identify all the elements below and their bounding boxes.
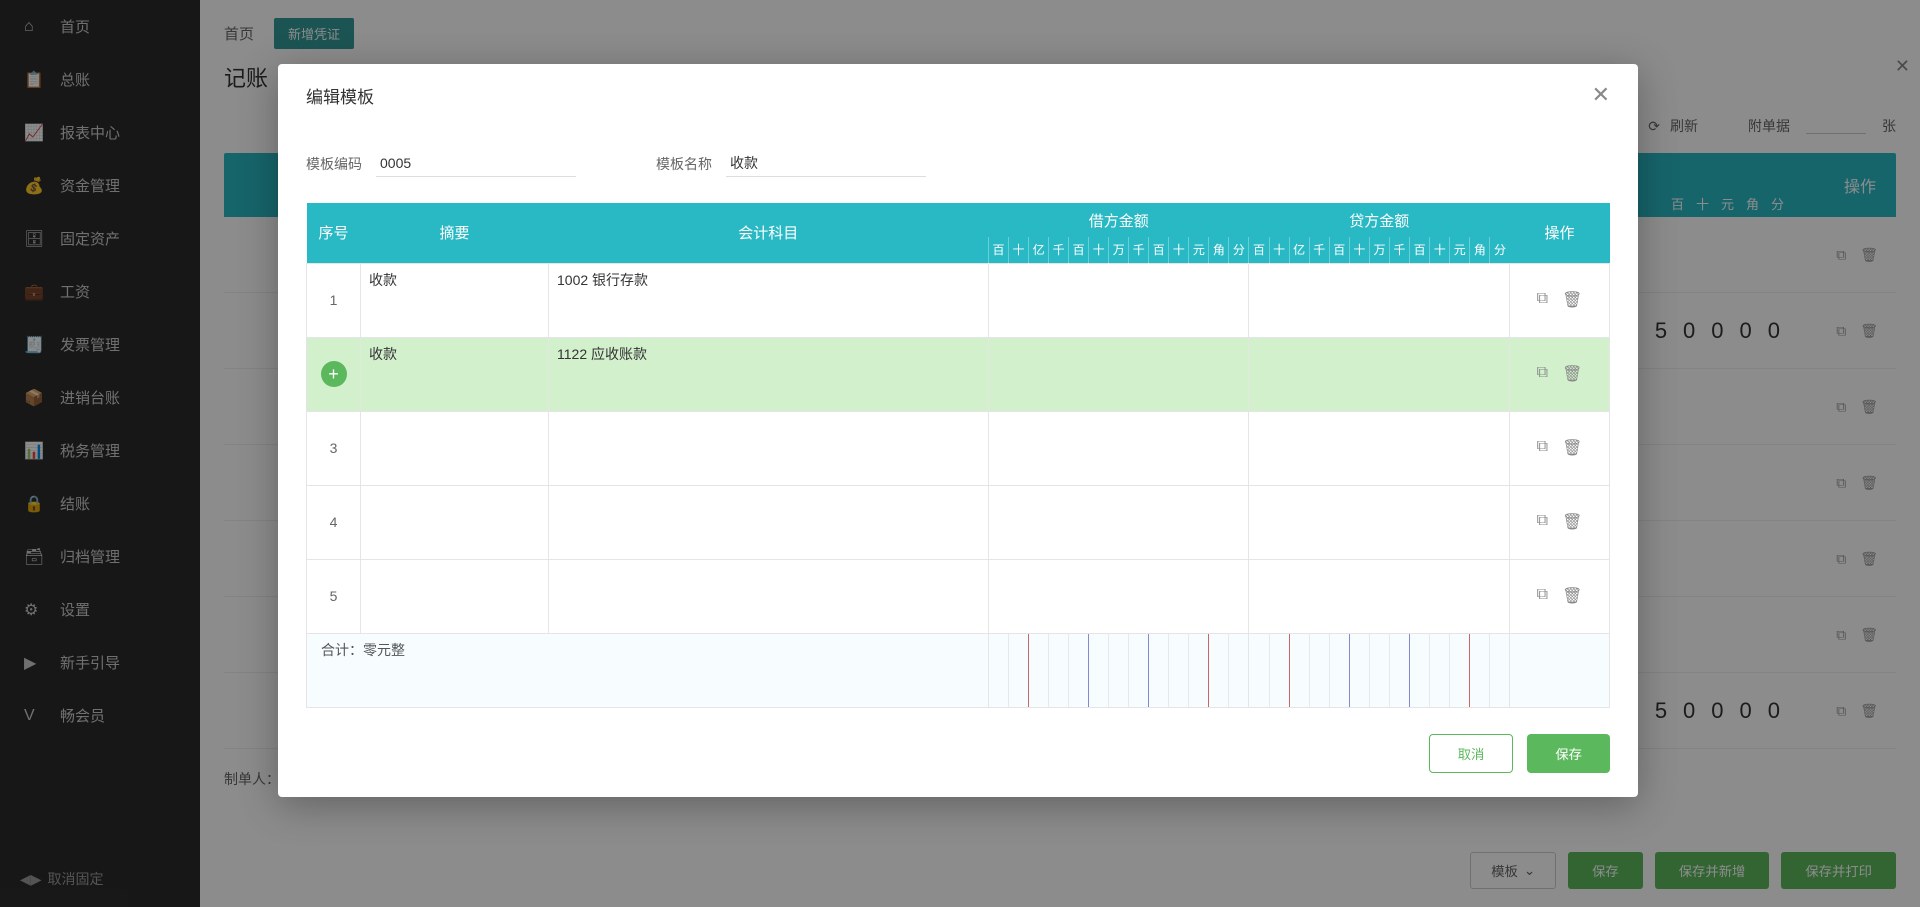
table-row[interactable]: 1收款1002 银行存款⧉🗑 [307,263,1610,337]
copy-row-icon[interactable]: ⧉ [1537,438,1548,458]
unit-header: 角 [1209,237,1229,263]
cell-debit[interactable] [989,263,1249,337]
cell-account[interactable] [549,411,989,485]
cell-account[interactable]: 1002 银行存款 [549,263,989,337]
add-row-button[interactable]: + [321,361,347,387]
delete-row-icon[interactable]: 🗑 [1562,290,1582,310]
unit-header: 万 [1109,237,1129,263]
cell-summary[interactable]: 收款 [361,263,549,337]
cell-debit[interactable] [989,337,1249,411]
cell-seq: 1 [307,263,361,337]
cell-credit[interactable] [1249,559,1510,633]
cell-action: ⧉🗑 [1510,559,1610,633]
unit-header: 角 [1470,237,1490,263]
copy-row-icon[interactable]: ⧉ [1537,364,1548,384]
copy-row-icon[interactable]: ⧉ [1537,290,1548,310]
th-account: 会计科目 [549,203,989,263]
copy-row-icon[interactable]: ⧉ [1537,586,1548,606]
th-action: 操作 [1510,203,1610,263]
cell-summary[interactable]: 收款 [361,337,549,411]
edit-template-modal: 编辑模板 ✕ 模板编码 模板名称 序号 摘要 会计科目 借方金额 贷方金额 [278,64,1638,797]
cell-action: ⧉🗑 [1510,485,1610,559]
cell-account[interactable] [549,485,989,559]
unit-header: 千 [1129,237,1149,263]
template-name-input[interactable] [726,150,926,177]
unit-header: 亿 [1029,237,1049,263]
copy-row-icon[interactable]: ⧉ [1537,512,1548,532]
voucher-template-table: 序号 摘要 会计科目 借方金额 贷方金额 操作 百十亿千百十万千百十元角分百十亿… [306,203,1610,708]
table-row[interactable]: 5⧉🗑 [307,559,1610,633]
th-summary: 摘要 [361,203,549,263]
unit-header: 百 [1329,237,1349,263]
unit-header: 十 [1169,237,1189,263]
cell-action: ⧉🗑 [1510,263,1610,337]
unit-header: 百 [1069,237,1089,263]
unit-header: 分 [1490,237,1510,263]
template-code-input[interactable] [376,150,576,177]
cell-action: ⧉🗑 [1510,337,1610,411]
unit-header: 百 [1149,237,1169,263]
cell-summary[interactable] [361,559,549,633]
cell-seq: 5 [307,559,361,633]
modal-close-button[interactable]: ✕ [1592,82,1610,108]
cell-account[interactable] [549,559,989,633]
cell-summary[interactable] [361,411,549,485]
cell-summary[interactable] [361,485,549,559]
cell-debit[interactable] [989,485,1249,559]
unit-header: 元 [1450,237,1470,263]
template-name-label: 模板名称 [656,154,712,174]
unit-header: 亿 [1289,237,1309,263]
unit-header: 十 [1349,237,1369,263]
modal-title: 编辑模板 [306,83,374,108]
cell-seq: 3 [307,411,361,485]
cell-credit[interactable] [1249,263,1510,337]
cell-seq: 4 [307,485,361,559]
unit-header: 十 [1089,237,1109,263]
delete-row-icon[interactable]: 🗑 [1562,438,1582,458]
unit-header: 千 [1309,237,1329,263]
total-debit [989,633,1249,707]
cell-credit[interactable] [1249,337,1510,411]
unit-header: 百 [1249,237,1269,263]
table-row[interactable]: +收款1122 应收账款⧉🗑 [307,337,1610,411]
unit-header: 十 [1269,237,1289,263]
unit-header: 百 [1410,237,1430,263]
cell-debit[interactable] [989,559,1249,633]
cell-debit[interactable] [989,411,1249,485]
unit-header: 千 [1390,237,1410,263]
delete-row-icon[interactable]: 🗑 [1562,364,1582,384]
th-seq: 序号 [307,203,361,263]
total-credit [1249,633,1510,707]
unit-header: 万 [1369,237,1389,263]
cell-action: ⧉🗑 [1510,411,1610,485]
total-cell: 合计：零元整 [307,633,989,707]
cell-seq: + [307,337,361,411]
unit-header: 分 [1229,237,1249,263]
unit-header: 千 [1049,237,1069,263]
th-credit: 贷方金额 [1249,203,1510,237]
cell-account[interactable]: 1122 应收账款 [549,337,989,411]
unit-header: 百 [989,237,1009,263]
table-row[interactable]: 3⧉🗑 [307,411,1610,485]
modal-cancel-button[interactable]: 取消 [1429,734,1514,773]
template-code-label: 模板编码 [306,154,362,174]
table-row[interactable]: 4⧉🗑 [307,485,1610,559]
th-debit: 借方金额 [989,203,1249,237]
delete-row-icon[interactable]: 🗑 [1562,586,1582,606]
cell-credit[interactable] [1249,411,1510,485]
unit-header: 十 [1430,237,1450,263]
cell-credit[interactable] [1249,485,1510,559]
unit-header: 元 [1189,237,1209,263]
modal-save-button[interactable]: 保存 [1527,734,1610,773]
delete-row-icon[interactable]: 🗑 [1562,512,1582,532]
unit-header: 十 [1009,237,1029,263]
